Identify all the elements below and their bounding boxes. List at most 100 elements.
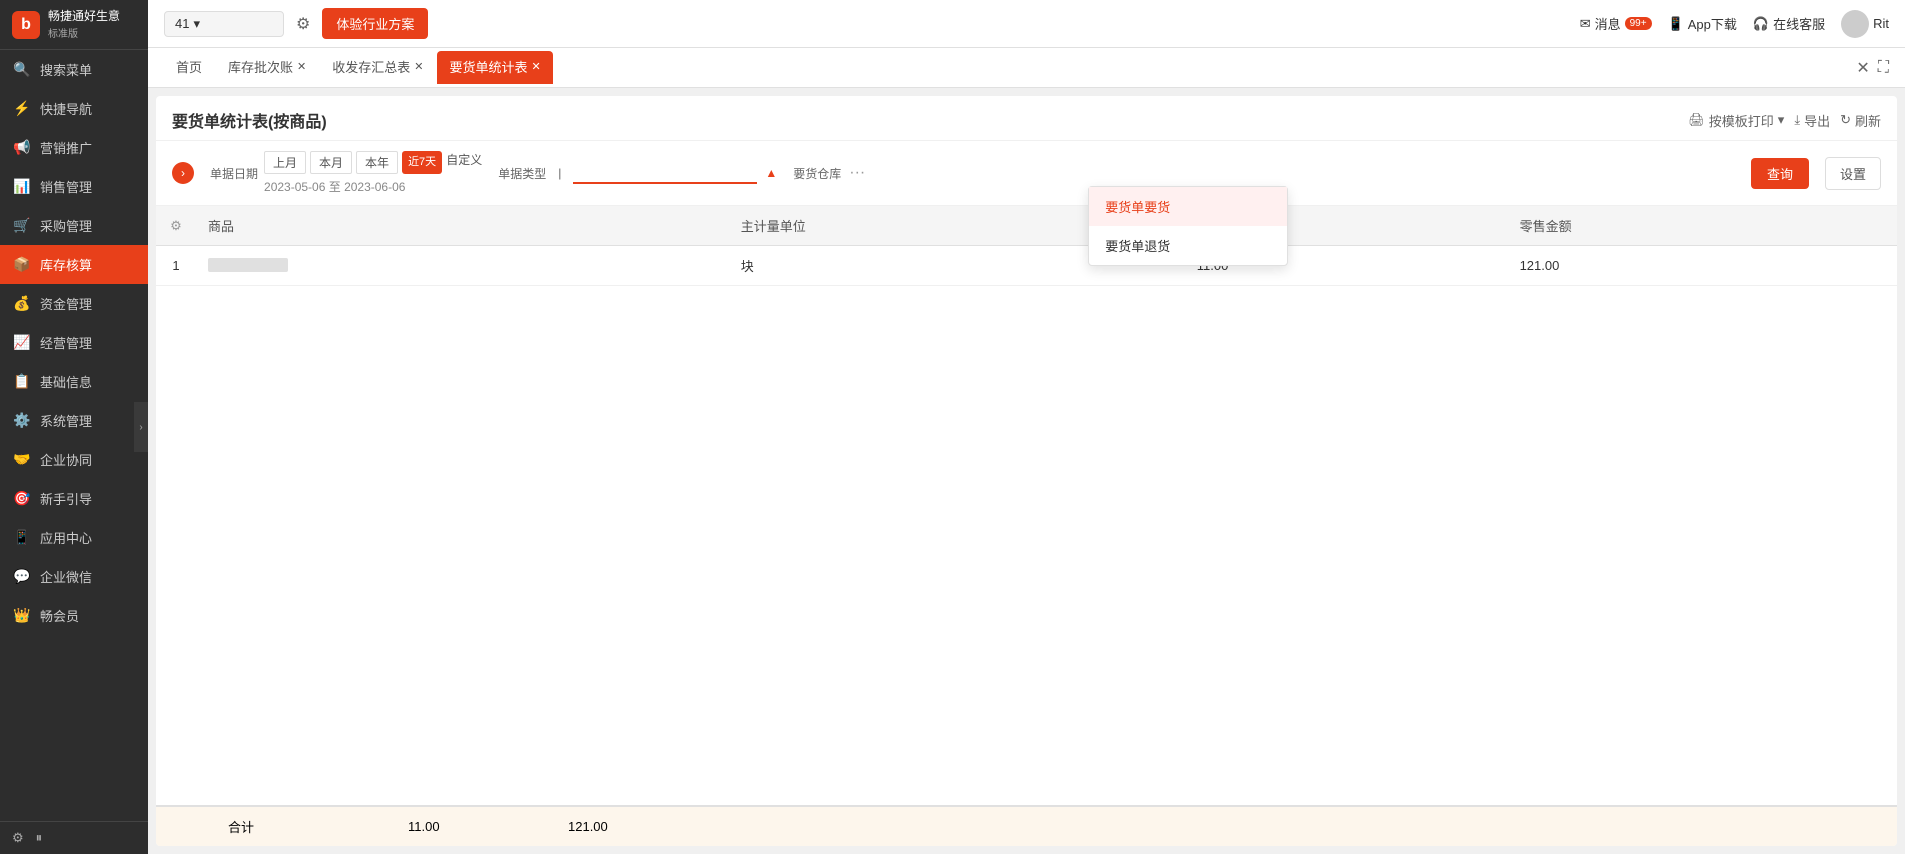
sidebar-item-enterprise[interactable]: 🤝 企业协同: [0, 440, 148, 479]
sidebar-item-member[interactable]: 👑 畅会员: [0, 596, 148, 635]
date-btn-this-year[interactable]: 本年: [356, 151, 398, 174]
table-wrapper: ⚙ 商品 主计量单位 主数量 零售金额 1 块 11.00: [156, 206, 1897, 805]
warehouse-filter-more-btn[interactable]: ···: [849, 164, 865, 182]
dropdown-item-order-return[interactable]: 要货单退货: [1089, 226, 1287, 265]
settings-btn[interactable]: 设置: [1825, 157, 1881, 190]
sidebar-item-label: 经营管理: [40, 333, 92, 352]
date-btn-recent-7[interactable]: 近7天: [402, 151, 442, 174]
footer-label: 合计: [228, 820, 254, 835]
type-filter-label: 单据类型: [498, 165, 546, 182]
export-icon: ⤓: [1794, 112, 1800, 128]
cell-product: [196, 246, 729, 286]
tab-order-stat-label: 要货单统计表: [449, 57, 527, 76]
sidebar-item-marketing[interactable]: 📢 营销推广: [0, 128, 148, 167]
avatar: [1841, 10, 1869, 38]
tabs-right-actions: ✕ ⛶: [1856, 58, 1889, 78]
company-selector[interactable]: 41 ▾: [164, 11, 284, 37]
service-btn[interactable]: 🎧 在线客服: [1753, 14, 1825, 33]
sales-icon: 📊: [12, 178, 32, 195]
message-label: 消息: [1595, 14, 1621, 33]
table-footer: 合计 11.00 121.00: [156, 805, 1897, 846]
footer-amount-cell: 121.00: [568, 819, 608, 834]
date-btn-custom[interactable]: 自定义: [446, 151, 482, 174]
settings-bottom-icon: ⚙: [12, 830, 24, 846]
footer-qty: 11.00: [408, 819, 440, 834]
message-badge: 99+: [1625, 17, 1652, 30]
template-print-label: 按模板打印: [1709, 111, 1774, 130]
member-icon: 👑: [12, 607, 32, 624]
sidebar-item-search[interactable]: 🔍 搜索菜单: [0, 50, 148, 89]
tab-receive-summary-close[interactable]: ✕: [414, 60, 423, 73]
query-btn[interactable]: 查询: [1751, 158, 1809, 189]
logo-text-area: 畅捷通好生意 标准版: [48, 9, 120, 40]
sidebar-item-label: 新手引导: [40, 489, 92, 508]
type-filter-arrow-up[interactable]: ▲: [765, 166, 777, 180]
tab-home-label: 首页: [176, 57, 202, 76]
export-btn[interactable]: ⤓ 导出: [1794, 111, 1830, 130]
refresh-btn[interactable]: ↻ 刷新: [1840, 111, 1881, 130]
settings-bottom-btn[interactable]: ⚙: [12, 830, 24, 846]
page-actions: 🖨 按模板打印 ▾ ⤓ 导出 ↻ 刷新: [1688, 111, 1881, 130]
tab-maximize-btn[interactable]: ⛶: [1878, 59, 1889, 77]
date-filter-label: 单据日期: [210, 165, 258, 182]
app-download-label: App下载: [1688, 14, 1737, 33]
sidebar-item-guide[interactable]: 🎯 新手引导: [0, 479, 148, 518]
tab-order-stat-close[interactable]: ✕: [532, 60, 541, 73]
date-btn-last-month[interactable]: 上月: [264, 151, 306, 174]
sidebar-item-label: 快捷导航: [40, 99, 92, 118]
sidebar-item-system[interactable]: ⚙️ 系统管理: [0, 401, 148, 440]
topbar-left: 41 ▾ ⚙ 体验行业方案: [164, 8, 428, 39]
warehouse-filter-group: 要货仓库 ···: [793, 164, 869, 182]
tab-order-stat[interactable]: 要货单统计表 ✕: [437, 51, 552, 84]
collapse-btn[interactable]: ⏸: [36, 830, 43, 846]
industry-btn[interactable]: 体验行业方案: [322, 8, 428, 39]
sidebar-item-label: 搜索菜单: [40, 60, 92, 79]
logo-title: 畅捷通好生意: [48, 9, 120, 25]
sidebar-item-shortcut[interactable]: ⚡ 快捷导航: [0, 89, 148, 128]
sidebar-scroll-arrow[interactable]: ›: [134, 402, 148, 452]
sidebar-item-wechat[interactable]: 💬 企业微信: [0, 557, 148, 596]
warehouse-filter-label: 要货仓库: [793, 165, 841, 182]
sidebar-item-sales[interactable]: 📊 销售管理: [0, 167, 148, 206]
operation-icon: 📈: [12, 334, 32, 351]
tab-home[interactable]: 首页: [164, 51, 214, 84]
app-download-btn[interactable]: 📱 App下载: [1668, 14, 1737, 33]
tab-close-all-btn[interactable]: ✕: [1856, 58, 1869, 78]
sidebar-item-operation[interactable]: 📈 经营管理: [0, 323, 148, 362]
sidebar-item-finance[interactable]: 💰 资金管理: [0, 284, 148, 323]
refresh-icon: ↻: [1840, 112, 1851, 128]
tab-receive-summary[interactable]: 收发存汇总表 ✕: [320, 51, 435, 84]
tab-inventory-batch-close[interactable]: ✕: [297, 60, 306, 73]
inventory-icon: 📦: [12, 256, 32, 273]
sidebar-item-label: 系统管理: [40, 411, 92, 430]
sidebar-item-app[interactable]: 📱 应用中心: [0, 518, 148, 557]
tab-inventory-batch[interactable]: 库存批次账 ✕: [216, 51, 318, 84]
topbar-gear-icon[interactable]: ⚙: [296, 14, 310, 34]
main-content: 41 ▾ ⚙ 体验行业方案 ✉ 消息 99+ 📱 App下载 🎧 在线客服 R: [148, 0, 1905, 854]
date-buttons: 上月 本月 本年 近7天 自定义: [264, 151, 482, 174]
dropdown-item-order-request[interactable]: 要货单要货: [1089, 187, 1287, 226]
message-btn[interactable]: ✉ 消息 99+: [1580, 14, 1652, 33]
product-placeholder: [208, 258, 288, 272]
sidebar: b 畅捷通好生意 标准版 🔍 搜索菜单 ⚡ 快捷导航 📢 营销推广 📊 销售管理…: [0, 0, 148, 854]
sidebar-item-label: 营销推广: [40, 138, 92, 157]
page-area: 要货单统计表(按商品) 🖨 按模板打印 ▾ ⤓ 导出 ↻ 刷新 ›: [156, 96, 1897, 846]
service-label: 在线客服: [1773, 14, 1825, 33]
col-settings[interactable]: ⚙: [156, 206, 196, 246]
sidebar-item-inventory[interactable]: 📦 库存核算: [0, 245, 148, 284]
sidebar-item-label: 基础信息: [40, 372, 92, 391]
collapse-icon: ⏸: [36, 830, 43, 846]
guide-icon: 🎯: [12, 490, 32, 507]
system-icon: ⚙️: [12, 412, 32, 429]
filter-expand-btn[interactable]: ›: [172, 162, 194, 184]
sidebar-item-purchase[interactable]: 🛒 采购管理: [0, 206, 148, 245]
refresh-label: 刷新: [1855, 111, 1881, 130]
sidebar-item-label: 应用中心: [40, 528, 92, 547]
template-print-btn[interactable]: 🖨 按模板打印 ▾: [1688, 111, 1784, 130]
user-avatar-btn[interactable]: Rit: [1841, 10, 1889, 38]
enterprise-icon: 🤝: [12, 451, 32, 468]
date-btn-this-month[interactable]: 本月: [310, 151, 352, 174]
sidebar-item-base[interactable]: 📋 基础信息: [0, 362, 148, 401]
print-icon: 🖨: [1688, 112, 1705, 128]
type-filter-input[interactable]: [573, 163, 757, 184]
